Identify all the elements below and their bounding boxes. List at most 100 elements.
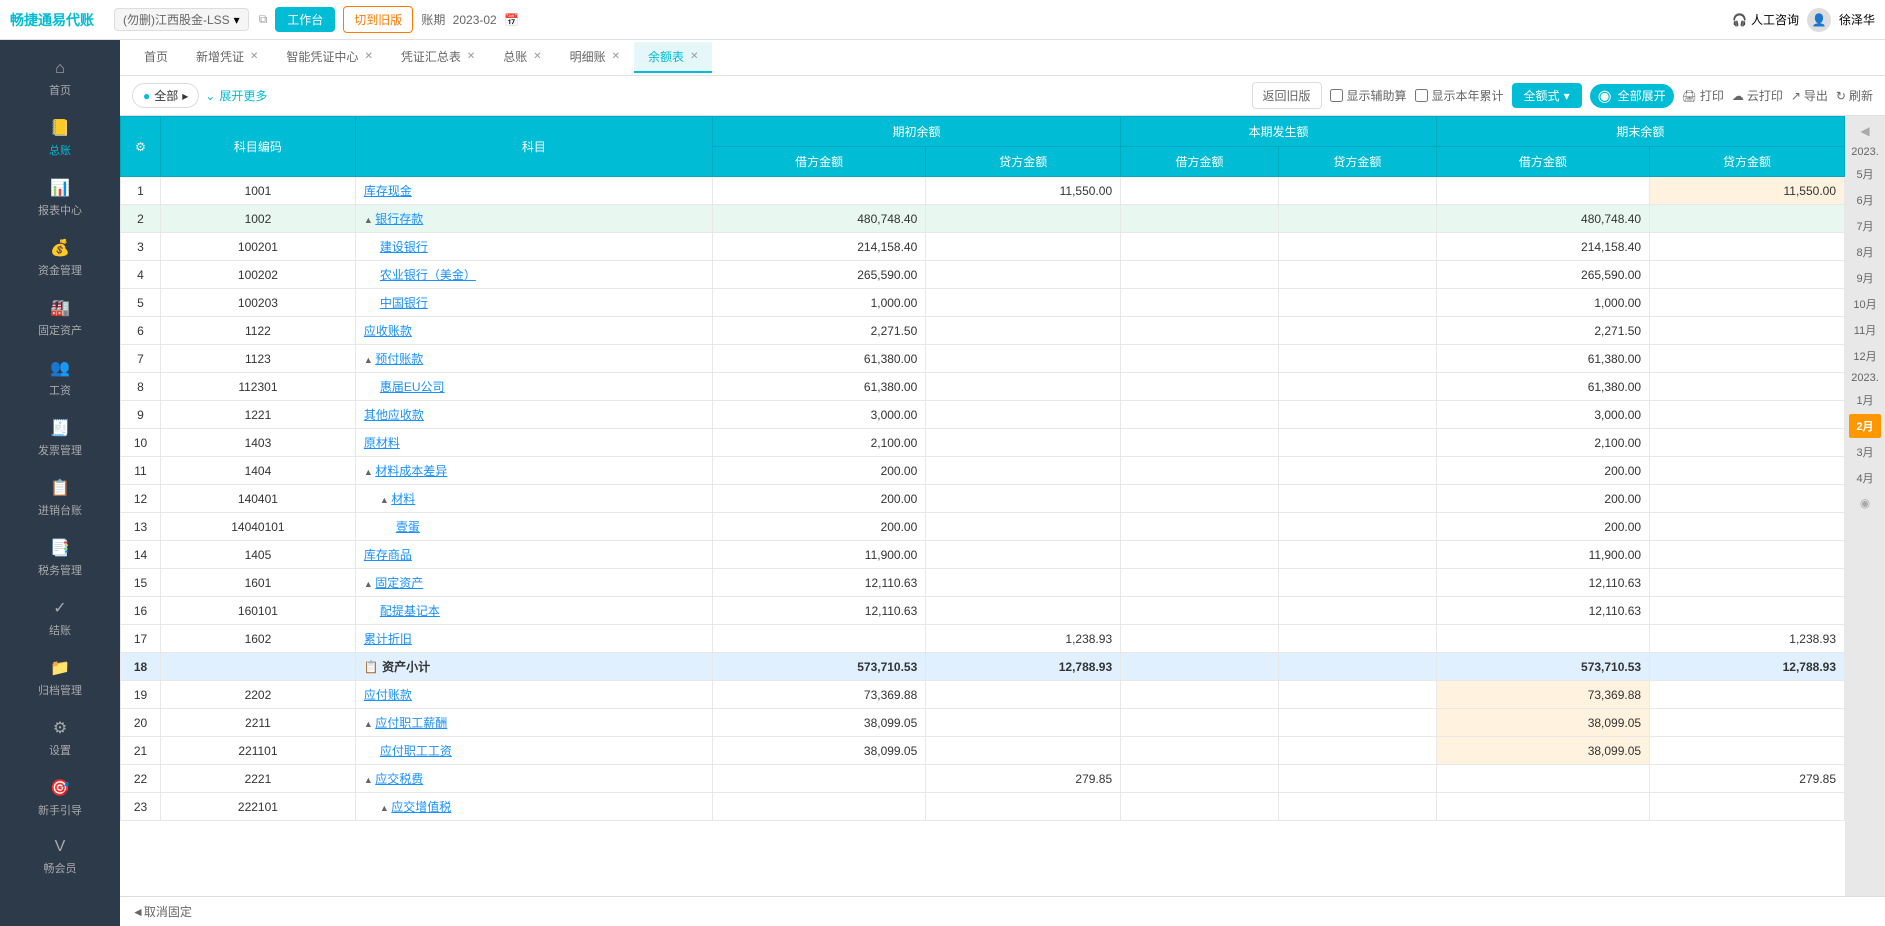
- account-name[interactable]: 应收账款: [355, 317, 712, 345]
- tab-close-detail[interactable]: ✕: [612, 51, 620, 62]
- home-icon: ⌂: [55, 60, 65, 78]
- period-credit: [926, 597, 1121, 625]
- row-number: 10: [121, 429, 161, 457]
- back-button[interactable]: 返回旧版: [1252, 82, 1322, 109]
- sidebar-item-invoice[interactable]: 🧾 发票管理: [0, 408, 120, 468]
- account-name[interactable]: 原材料: [355, 429, 712, 457]
- sidebar-item-sales[interactable]: 📋 进销台账: [0, 468, 120, 528]
- tab-close-voucher-summary[interactable]: ✕: [467, 51, 475, 62]
- account-name[interactable]: 其他应收款: [355, 401, 712, 429]
- sidebar-item-payroll[interactable]: 👥 工资: [0, 348, 120, 408]
- month-9[interactable]: 9月: [1849, 266, 1881, 290]
- show-ytd-checkbox[interactable]: 显示本年累计: [1415, 87, 1504, 104]
- format-button[interactable]: 全额式 ▾: [1512, 83, 1582, 108]
- sidebar-item-guide[interactable]: 🎯 新手引导: [0, 768, 120, 828]
- account-name[interactable]: 库存商品: [355, 541, 712, 569]
- end-credit: [1650, 289, 1845, 317]
- expand-all-toggle[interactable]: ◉ 全部展开: [1590, 84, 1674, 108]
- month-10[interactable]: 10月: [1849, 292, 1881, 316]
- curr-debit: [1121, 513, 1279, 541]
- sidebar-item-settings[interactable]: ⚙ 设置: [0, 708, 120, 768]
- sidebar-item-home[interactable]: ⌂ 首页: [0, 50, 120, 108]
- sidebar-item-capital[interactable]: 💰 资金管理: [0, 228, 120, 288]
- expand-right-panel[interactable]: ◀: [1849, 120, 1881, 142]
- month-11[interactable]: 11月: [1849, 318, 1881, 342]
- month-7[interactable]: 7月: [1849, 214, 1881, 238]
- calendar-icon[interactable]: 📅: [504, 13, 519, 27]
- tab-new-voucher[interactable]: 新增凭证 ✕: [182, 42, 272, 73]
- table-row: 141405库存商品11,900.0011,900.00: [121, 541, 1845, 569]
- month-2[interactable]: 2月: [1849, 414, 1881, 438]
- tab-ledger[interactable]: 总账 ✕: [489, 42, 555, 73]
- month-3[interactable]: 3月: [1849, 440, 1881, 464]
- tab-close-ledger[interactable]: ✕: [533, 51, 541, 62]
- account-name[interactable]: 应付账款: [355, 681, 712, 709]
- end-credit: [1650, 513, 1845, 541]
- curr-debit: [1121, 317, 1279, 345]
- customer-service[interactable]: 🎧 人工咨询: [1732, 11, 1799, 28]
- account-name[interactable]: 壹蛋: [355, 513, 712, 541]
- switch-version-button[interactable]: 切到旧版: [343, 6, 413, 33]
- tab-voucher-summary[interactable]: 凭证汇总表 ✕: [387, 42, 489, 73]
- sidebar-item-tax[interactable]: 📑 税务管理: [0, 528, 120, 588]
- account-name[interactable]: 累计折旧: [355, 625, 712, 653]
- account-name[interactable]: 建设银行: [355, 233, 712, 261]
- sidebar-item-archive[interactable]: 📁 归档管理: [0, 648, 120, 708]
- company-selector[interactable]: (勿删)江西股金-LSS ▾: [114, 8, 249, 31]
- export-button[interactable]: ↗ 导出: [1791, 87, 1828, 104]
- tab-home[interactable]: 首页: [130, 42, 182, 73]
- row-number: 6: [121, 317, 161, 345]
- month-6[interactable]: 6月: [1849, 188, 1881, 212]
- account-name[interactable]: ▲ 固定资产: [355, 569, 712, 597]
- month-5[interactable]: 5月: [1849, 162, 1881, 186]
- unpin-label[interactable]: ◄取消固定: [132, 903, 192, 920]
- sidebar-item-reports[interactable]: 📊 报表中心: [0, 168, 120, 228]
- account-name[interactable]: 惠届EU公司: [355, 373, 712, 401]
- month-8[interactable]: 8月: [1849, 240, 1881, 264]
- expand-right-panel-bottom[interactable]: ◉: [1849, 492, 1881, 514]
- refresh-button[interactable]: ↻ 刷新: [1836, 87, 1873, 104]
- month-12[interactable]: 12月: [1849, 344, 1881, 368]
- expand-button[interactable]: ⌄ 展开更多: [205, 87, 267, 104]
- settings-col-header[interactable]: ⚙: [121, 117, 161, 177]
- account-name[interactable]: ▲ 预付账款: [355, 345, 712, 373]
- month-4[interactable]: 4月: [1849, 466, 1881, 490]
- curr-credit: [1278, 709, 1436, 737]
- end-credit: [1650, 401, 1845, 429]
- workbench-button[interactable]: 工作台: [275, 7, 335, 32]
- account-name[interactable]: 中国银行: [355, 289, 712, 317]
- account-name[interactable]: 📋 资产小计: [355, 653, 712, 681]
- period-debit: 480,748.40: [712, 205, 925, 233]
- copy-icon[interactable]: ⧉: [259, 12, 268, 27]
- print-button[interactable]: 🖨 打印: [1682, 87, 1724, 104]
- sidebar-item-closing[interactable]: ✓ 结账: [0, 588, 120, 648]
- tab-smart-center[interactable]: 智能凭证中心 ✕: [272, 42, 386, 73]
- account-name[interactable]: ▲ 材料成本差异: [355, 457, 712, 485]
- end-credit: [1650, 317, 1845, 345]
- account-name[interactable]: 应付职工工资: [355, 737, 712, 765]
- sidebar-item-assets[interactable]: 🏭 固定资产: [0, 288, 120, 348]
- tab-close-balance[interactable]: ✕: [690, 51, 698, 62]
- sidebar-item-member[interactable]: V 畅会员: [0, 828, 120, 886]
- account-name[interactable]: ▲ 银行存款: [355, 205, 712, 233]
- cloud-print-button[interactable]: ☁ 云打印: [1732, 87, 1783, 104]
- account-name[interactable]: 农业银行（美金）: [355, 261, 712, 289]
- end-debit: 12,110.63: [1436, 569, 1649, 597]
- account-name[interactable]: 库存现金: [355, 177, 712, 205]
- account-name[interactable]: ▲ 材料: [355, 485, 712, 513]
- curr-credit: [1278, 177, 1436, 205]
- month-1[interactable]: 1月: [1849, 388, 1881, 412]
- account-name[interactable]: 配提基记本: [355, 597, 712, 625]
- filter-button[interactable]: ● 全部 ▸: [132, 83, 199, 108]
- account-name[interactable]: ▲ 应交税费: [355, 765, 712, 793]
- show-auxiliary-checkbox[interactable]: 显示辅助算: [1330, 87, 1407, 104]
- tab-balance[interactable]: 余额表 ✕: [634, 42, 712, 73]
- tab-detail[interactable]: 明细账 ✕: [556, 42, 634, 73]
- tab-close-new-voucher[interactable]: ✕: [250, 51, 258, 62]
- export-icon: ↗: [1791, 89, 1801, 103]
- user-avatar[interactable]: 👤: [1807, 8, 1831, 32]
- tab-close-smart-center[interactable]: ✕: [364, 51, 372, 62]
- account-name[interactable]: ▲ 应付职工薪酬: [355, 709, 712, 737]
- sidebar-item-ledger[interactable]: 📒 总账: [0, 108, 120, 168]
- account-name[interactable]: ▲ 应交增值税: [355, 793, 712, 821]
